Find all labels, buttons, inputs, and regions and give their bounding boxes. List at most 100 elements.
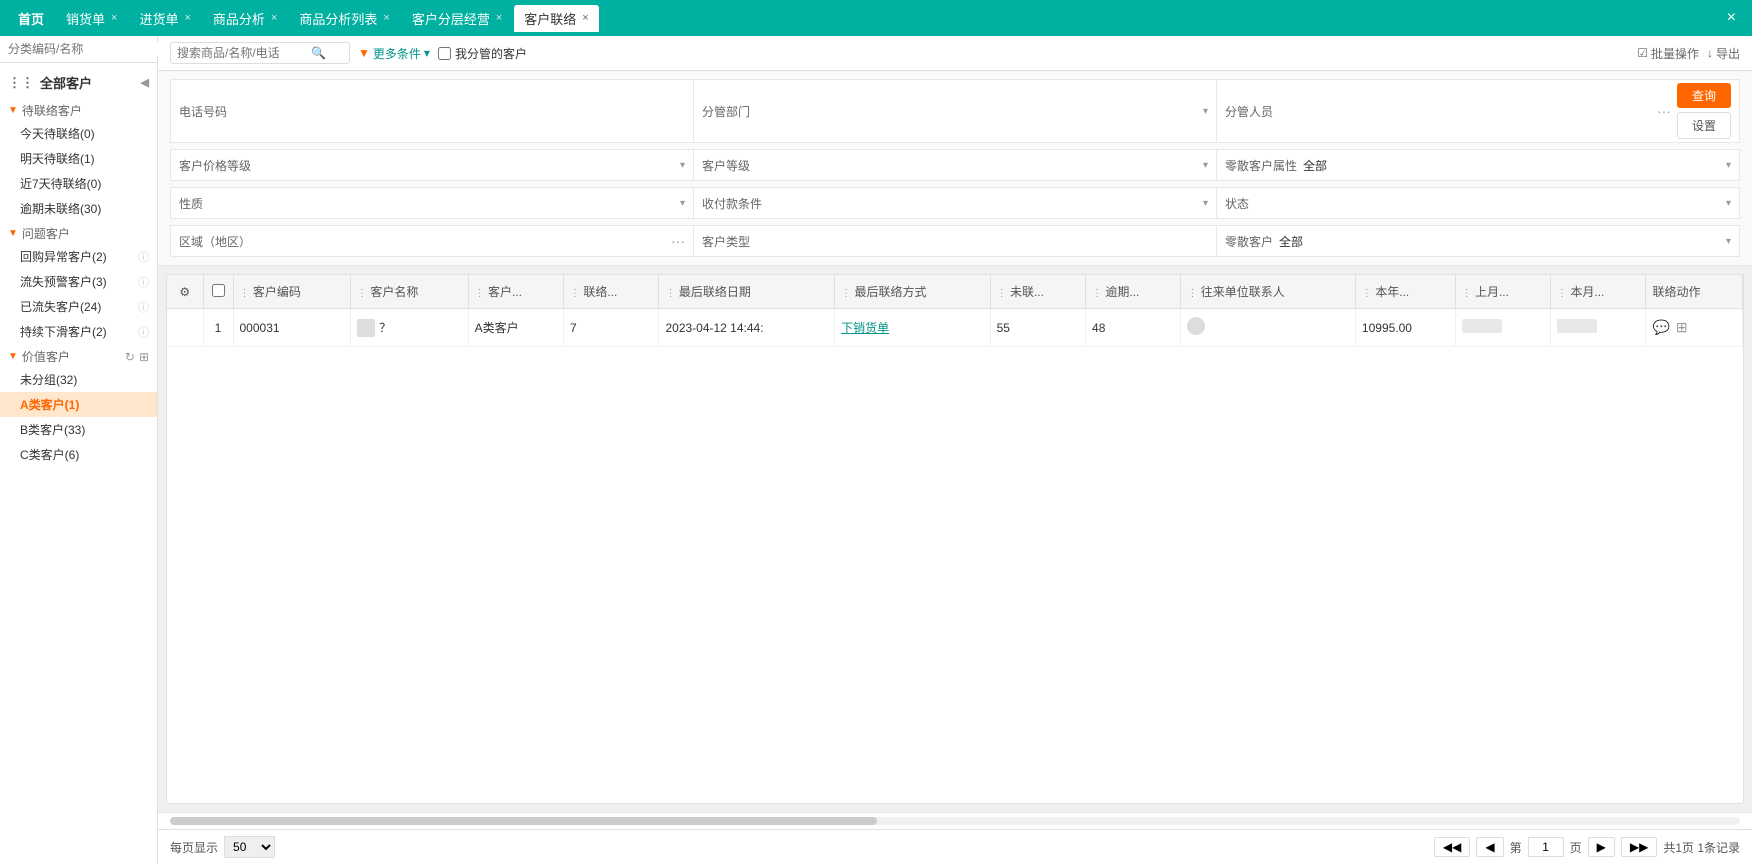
- filter-more-button[interactable]: ▼ 更多条件 ▾: [358, 45, 430, 62]
- sidebar-item-declining-info[interactable]: ⓘ: [138, 324, 149, 340]
- footer-last-page-button[interactable]: ▶▶: [1621, 837, 1657, 857]
- nav-tab-customer-contact-close[interactable]: ×: [582, 12, 588, 24]
- nav-tab-goods-analysis-close[interactable]: ×: [271, 12, 277, 24]
- row-name-cell: ？: [351, 309, 469, 347]
- nav-tab-customer-contact[interactable]: 客户联络 ×: [514, 5, 598, 32]
- sidebar-item-overdue[interactable]: 逾期未联络(30): [0, 196, 157, 221]
- table-header-this-year[interactable]: ⋮ 本年...: [1355, 275, 1455, 309]
- nav-tab-purchase-close[interactable]: ×: [184, 12, 190, 24]
- nav-tab-home[interactable]: 首页: [8, 5, 54, 32]
- select-all-checkbox[interactable]: [212, 284, 225, 297]
- footer-first-page-button[interactable]: ◀◀: [1434, 837, 1470, 857]
- filter-payment-chevron[interactable]: ▾: [1203, 198, 1208, 209]
- filter-my-customers[interactable]: 我分管的客户: [438, 45, 527, 62]
- filter-nature-input[interactable]: [209, 196, 674, 210]
- sidebar-search-bar: 🔍: [0, 36, 157, 63]
- col-sort-icon-no-contact: ⋮: [997, 288, 1007, 299]
- filter-retail-attr-chevron[interactable]: ▾: [1726, 160, 1731, 171]
- row-chat-icon[interactable]: 💬: [1652, 319, 1669, 336]
- export-button[interactable]: ↓ 导出: [1707, 45, 1740, 62]
- filter-dept-input[interactable]: [756, 104, 1197, 118]
- filter-customer-level-chevron[interactable]: ▾: [1203, 160, 1208, 171]
- settings-button[interactable]: 设置: [1677, 112, 1731, 139]
- table-header-last-date[interactable]: ⋮ 最后联络日期: [659, 275, 835, 309]
- filter-dept-chevron[interactable]: ▾: [1203, 106, 1208, 117]
- filter-nature-chevron[interactable]: ▾: [680, 198, 685, 209]
- table-header-checkbox[interactable]: [203, 275, 233, 309]
- filter-region-dots[interactable]: ···: [671, 233, 685, 249]
- sidebar-item-declining[interactable]: 持续下滑客户(2) ⓘ: [0, 319, 157, 344]
- nav-tab-sales[interactable]: 销货单 ×: [56, 5, 127, 32]
- filter-region-input[interactable]: [257, 234, 665, 248]
- nav-tab-sales-close[interactable]: ×: [111, 12, 117, 24]
- batch-operation-button[interactable]: ☑ 批量操作: [1637, 45, 1699, 62]
- table-header-contact-count[interactable]: ⋮ 联络...: [564, 275, 659, 309]
- filter-customer-type-input[interactable]: [756, 234, 1208, 248]
- window-close-button[interactable]: ×: [1719, 7, 1744, 29]
- sidebar-item-class-b[interactable]: B类客户(33): [0, 417, 157, 442]
- sidebar-value-add-icon[interactable]: ⊞: [139, 350, 149, 364]
- footer-page-input[interactable]: [1528, 837, 1564, 857]
- filter-payment-input[interactable]: [768, 196, 1197, 210]
- nav-tab-goods-analysis-list[interactable]: 商品分析列表 ×: [289, 5, 399, 32]
- filter-retail-attr-value: 全部: [1303, 157, 1327, 174]
- sidebar-item-churned-info[interactable]: ⓘ: [138, 299, 149, 315]
- footer-per-page-select[interactable]: 50 100: [224, 836, 275, 858]
- filter-status-input[interactable]: [1255, 196, 1720, 210]
- filter-customer-level-input[interactable]: [756, 158, 1197, 172]
- row-last-method-cell: 下销货单: [835, 309, 991, 347]
- filter-person-input[interactable]: [1279, 104, 1651, 118]
- scroll-track[interactable]: [170, 817, 1740, 825]
- content-area: 🔍 ▼ 更多条件 ▾ 我分管的客户 ☑ 批量操作 ↓ 导出: [158, 36, 1752, 864]
- table-header-name[interactable]: ⋮ 客户名称: [351, 275, 469, 309]
- table-header-gear[interactable]: ⚙: [167, 275, 203, 309]
- sidebar-item-churn-warning-info[interactable]: ⓘ: [138, 274, 149, 290]
- export-icon: ↓: [1707, 46, 1713, 60]
- nav-tab-goods-analysis[interactable]: 商品分析 ×: [203, 5, 287, 32]
- sidebar-item-class-a[interactable]: A类客户(1): [0, 392, 157, 417]
- sidebar-item-churned[interactable]: 已流失客户(24) ⓘ: [0, 294, 157, 319]
- row-grid-icon[interactable]: ⊞: [1676, 319, 1688, 336]
- table-header-unit-contact[interactable]: ⋮ 往来单位联系人: [1181, 275, 1355, 309]
- scroll-thumb[interactable]: [170, 817, 877, 825]
- my-customers-checkbox[interactable]: [438, 47, 451, 60]
- table-header-overdue[interactable]: ⋮ 逾期...: [1086, 275, 1181, 309]
- sidebar-all-customers[interactable]: ⋮⋮ 全部客户 ◀: [0, 67, 157, 98]
- sidebar-search-input[interactable]: [8, 42, 163, 56]
- sidebar-item-churn-warning[interactable]: 流失预警客户(3) ⓘ: [0, 269, 157, 294]
- filter-retail-customer-chevron[interactable]: ▾: [1726, 236, 1731, 247]
- nav-tab-customer-segment-close[interactable]: ×: [496, 12, 502, 24]
- filter-search-icon[interactable]: 🔍: [311, 46, 326, 60]
- table-header-last-month[interactable]: ⋮ 上月...: [1455, 275, 1550, 309]
- sidebar-item-repurchase-abnormal[interactable]: 回购异常客户(2) ⓘ: [0, 244, 157, 269]
- sidebar-value-refresh-icon[interactable]: ↻: [125, 350, 135, 364]
- nav-tab-purchase-label: 进货单: [139, 9, 178, 28]
- footer-prev-page-button[interactable]: ◀: [1476, 837, 1503, 857]
- sidebar-item-unclassified[interactable]: 未分组(32): [0, 367, 157, 392]
- filter-person-dots[interactable]: ···: [1657, 103, 1671, 119]
- table-header-this-month[interactable]: ⋮ 本月...: [1551, 275, 1646, 309]
- filter-payment-label: 收付款条件: [702, 195, 762, 212]
- nav-tab-purchase[interactable]: 进货单 ×: [129, 5, 200, 32]
- sidebar-item-class-c[interactable]: C类客户(6): [0, 442, 157, 467]
- sidebar-item-7days[interactable]: 近7天待联络(0): [0, 171, 157, 196]
- filter-price-level-input[interactable]: [257, 158, 674, 172]
- table-header-no-contact[interactable]: ⋮ 未联...: [990, 275, 1085, 309]
- table-header-last-method[interactable]: ⋮ 最后联络方式: [835, 275, 991, 309]
- filter-status-chevron[interactable]: ▾: [1726, 198, 1731, 209]
- row-last-method-link[interactable]: 下销货单: [841, 321, 889, 335]
- nav-tab-customer-segment[interactable]: 客户分层经营 ×: [402, 5, 512, 32]
- filter-search-input[interactable]: [177, 46, 307, 60]
- nav-tab-goods-analysis-list-close[interactable]: ×: [383, 12, 389, 24]
- sidebar-item-today[interactable]: 今天待联络(0): [0, 121, 157, 146]
- sidebar-collapse-icon[interactable]: ◀: [141, 76, 149, 89]
- my-customers-label: 我分管的客户: [455, 45, 527, 62]
- table-header-code[interactable]: ⋮ 客户编码: [233, 275, 351, 309]
- footer-next-page-button[interactable]: ▶: [1588, 837, 1615, 857]
- query-button[interactable]: 查询: [1677, 83, 1731, 108]
- table-header-type[interactable]: ⋮ 客户...: [468, 275, 563, 309]
- sidebar-item-tomorrow[interactable]: 明天待联络(1): [0, 146, 157, 171]
- filter-phone-input[interactable]: [233, 104, 685, 118]
- filter-price-level-chevron[interactable]: ▾: [680, 160, 685, 171]
- sidebar-item-repurchase-info[interactable]: ⓘ: [138, 249, 149, 265]
